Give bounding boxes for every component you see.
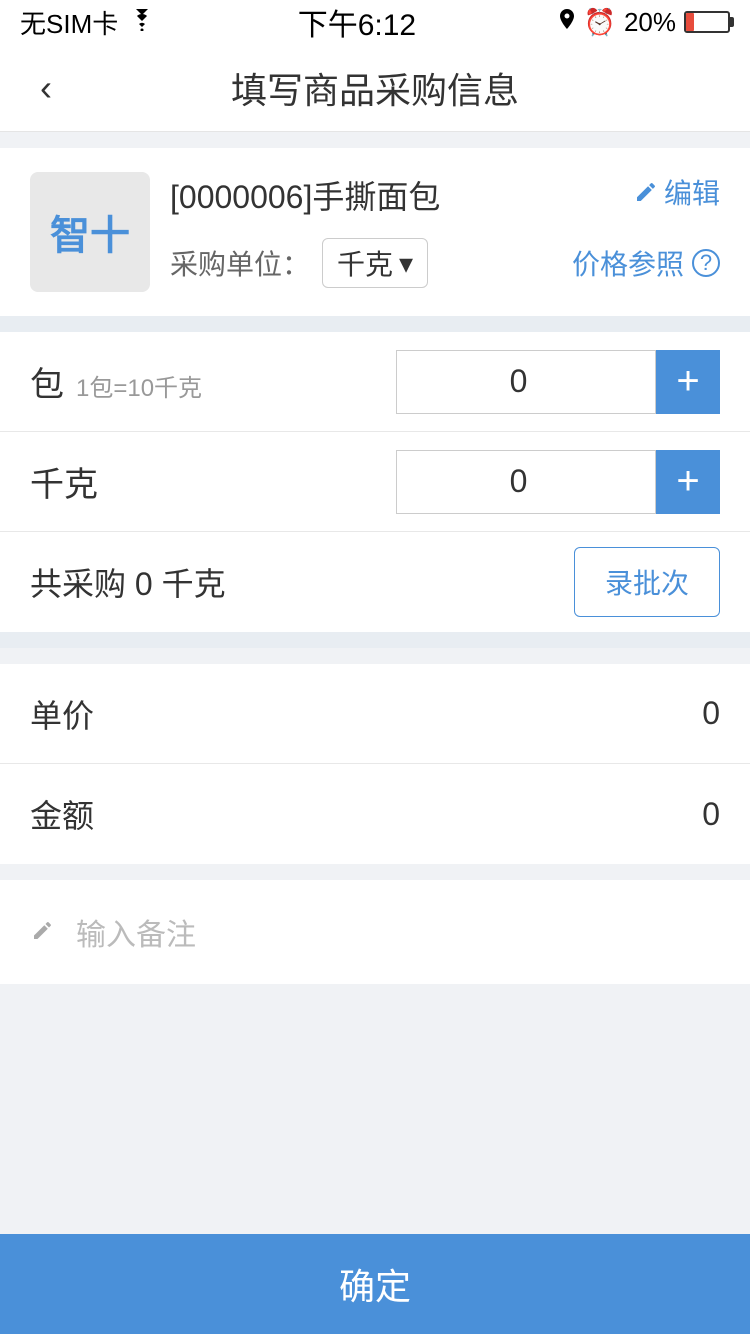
page-title: 填写商品采购信息 — [231, 62, 519, 114]
amount-row: 金额 0 — [0, 764, 750, 864]
unit-selector: 采购单位： 千克 ▾ — [170, 238, 428, 288]
divider-2 — [0, 632, 750, 648]
price-ref-label: 价格参照 — [572, 243, 684, 283]
status-right: ⏰ 20% — [558, 7, 730, 38]
bag-input[interactable] — [396, 350, 656, 414]
carrier-label: 无SIM卡 — [20, 4, 118, 41]
unit-value: 千克 — [337, 243, 393, 283]
battery-percent: 20% — [624, 7, 676, 38]
bag-input-row: 包 1包=10千克 + — [0, 332, 750, 432]
kg-plus-button[interactable]: + — [656, 450, 720, 514]
status-left: 无SIM卡 — [20, 4, 156, 41]
kg-input-row: 千克 + — [0, 432, 750, 532]
total-text: 共采购 0 千克 — [30, 559, 226, 605]
notes-placeholder: 输入备注 — [76, 910, 196, 954]
notes-section[interactable]: 输入备注 — [0, 880, 750, 984]
record-batch-button[interactable]: 录批次 — [574, 547, 720, 617]
bag-label: 包 — [30, 357, 64, 406]
location-icon — [558, 7, 576, 38]
bag-label-group: 包 1包=10千克 — [30, 357, 210, 406]
unit-price-row: 单价 0 — [0, 664, 750, 764]
status-time: 下午6:12 — [298, 0, 416, 44]
pencil-icon — [30, 913, 60, 951]
unit-prefix: 采购单位： — [170, 243, 310, 283]
edit-button[interactable]: 编辑 — [634, 172, 720, 212]
unit-dropdown[interactable]: 千克 ▾ — [322, 238, 428, 288]
confirm-button[interactable]: 确定 — [0, 1234, 750, 1334]
product-header: [0000006]手撕面包 编辑 — [170, 172, 720, 218]
bag-sub-label: 1包=10千克 — [76, 368, 202, 403]
bag-plus-button[interactable]: + — [656, 350, 720, 414]
product-info: [0000006]手撕面包 编辑 采购单位： 千克 ▾ 价格参照 ? — [170, 172, 720, 288]
unit-price-label: 单价 — [30, 691, 94, 737]
kg-label: 千克 — [30, 457, 98, 506]
wifi-icon — [128, 7, 156, 38]
bag-field-group: + — [210, 350, 720, 414]
kg-label-group: 千克 — [30, 457, 210, 506]
product-unit-row: 采购单位： 千克 ▾ 价格参照 ? — [170, 238, 720, 288]
kg-field-group: + — [210, 450, 720, 514]
product-image: 智十 — [30, 172, 150, 292]
status-bar: 无SIM卡 下午6:12 ⏰ 20% — [0, 0, 750, 44]
unit-price-value: 0 — [702, 695, 720, 732]
product-name: [0000006]手撕面包 — [170, 172, 440, 218]
input-section: 包 1包=10千克 + 千克 + — [0, 332, 750, 532]
amount-value: 0 — [702, 796, 720, 833]
nav-bar: ‹ 填写商品采购信息 — [0, 44, 750, 132]
product-logo: 智十 — [50, 203, 130, 261]
price-section: 单价 0 金额 0 — [0, 664, 750, 864]
back-button[interactable]: ‹ — [30, 57, 62, 119]
divider-1 — [0, 316, 750, 332]
battery-icon — [684, 11, 730, 33]
price-reference-button[interactable]: 价格参照 ? — [572, 243, 720, 283]
info-icon: ? — [692, 249, 720, 277]
kg-input[interactable] — [396, 450, 656, 514]
product-card: 智十 [0000006]手撕面包 编辑 采购单位： 千克 ▾ 价格参照 ? — [0, 148, 750, 316]
alarm-icon: ⏰ — [584, 7, 616, 38]
total-row: 共采购 0 千克 录批次 — [0, 532, 750, 632]
amount-label: 金额 — [30, 791, 94, 837]
edit-label: 编辑 — [664, 172, 720, 212]
dropdown-arrow: ▾ — [399, 247, 413, 280]
